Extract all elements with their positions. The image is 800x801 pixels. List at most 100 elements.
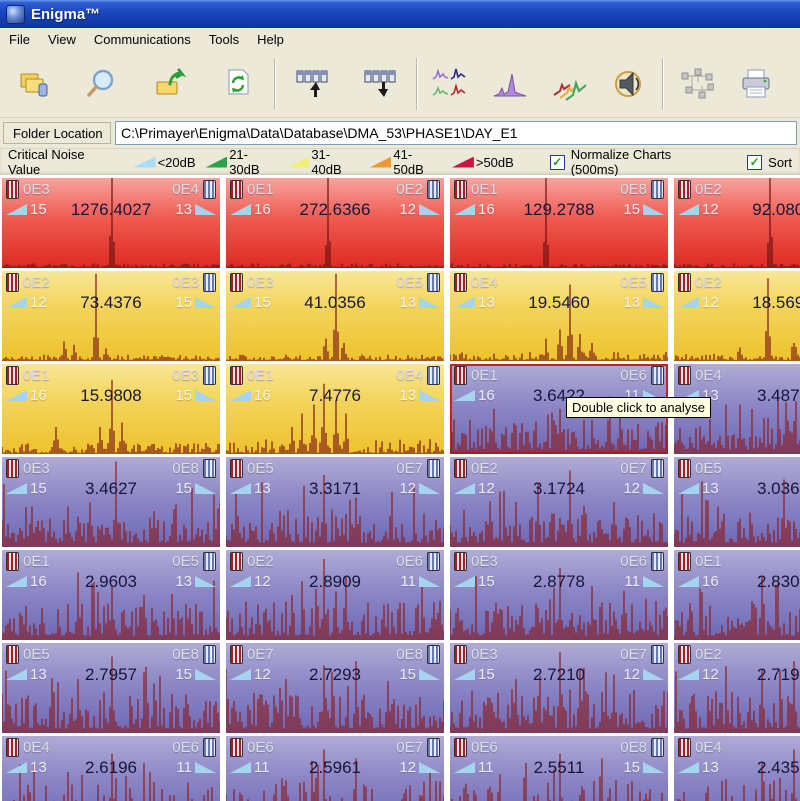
left-logger-icon	[230, 645, 243, 664]
chart-tile[interactable]: 0E10E3161515.9808	[2, 364, 220, 454]
multi-chart-icon	[432, 66, 468, 102]
noise-level-label: 21-30dB	[229, 147, 277, 177]
chart-tile[interactable]: 0E2122.7196	[674, 643, 800, 733]
left-logger-icon	[454, 366, 467, 385]
chart-button[interactable]	[480, 55, 540, 113]
export-folder-button[interactable]	[136, 55, 204, 113]
menu-item-communications[interactable]: Communications	[85, 29, 200, 50]
menu-item-help[interactable]: Help	[248, 29, 293, 50]
menu-item-file[interactable]: File	[0, 29, 39, 50]
waterfall-button[interactable]	[540, 55, 600, 113]
folder-location-bar: Folder Location	[0, 118, 800, 149]
chart-tile[interactable]: 0E1162.8302	[674, 550, 800, 640]
chart-tile[interactable]: 0E20E712123.1724	[450, 457, 668, 547]
sound-button[interactable]	[600, 55, 660, 113]
sort-checkbox[interactable]: ✓	[747, 155, 762, 170]
tile-header: 0E20E7	[454, 459, 664, 478]
right-logger-label: 0E8	[620, 739, 647, 756]
upload-loggers-button[interactable]	[278, 55, 346, 113]
chart-tile[interactable]: 0E60E711122.5961	[226, 736, 444, 801]
chart-tile[interactable]: 0E21292.0801	[674, 178, 800, 268]
waterfall-icon	[552, 66, 588, 102]
tile-header: 0E10E3	[6, 366, 216, 385]
correlation-value: 15.9808	[2, 386, 220, 406]
chart-tile[interactable]: 0E30E5151341.0356	[226, 271, 444, 361]
left-logger-icon	[230, 273, 243, 292]
chart-tile[interactable]: 0E10E81615129.2788	[450, 178, 668, 268]
correlation-value: 2.5511	[450, 758, 668, 778]
app-icon	[6, 5, 25, 24]
chart-tile[interactable]: 0E20E3121573.4376	[2, 271, 220, 361]
chart-tile[interactable]: 0E30E415131276.4027	[2, 178, 220, 268]
print-button[interactable]	[726, 55, 786, 113]
right-logger-label: 0E4	[396, 367, 423, 384]
left-logger-label: 0E2	[695, 181, 722, 198]
multi-chart-button[interactable]	[420, 55, 480, 113]
chart-tile[interactable]: 0E10E416137.4776	[226, 364, 444, 454]
chart-tile[interactable]: 0E10E21612272.6366	[226, 178, 444, 268]
chart-tile[interactable]: 0E21218.5690	[674, 271, 800, 361]
download-loggers-button[interactable]	[346, 55, 414, 113]
chart-tile[interactable]: 0E70E812152.7293	[226, 643, 444, 733]
export-folder-icon	[152, 66, 188, 102]
correlation-value: 2.9603	[2, 572, 220, 592]
left-logger-icon	[454, 552, 467, 571]
upload-loggers-icon	[294, 66, 330, 102]
refresh-button[interactable]	[204, 55, 272, 113]
chart-tile[interactable]: 0E40E5131319.5460	[450, 271, 668, 361]
chart-tile[interactable]: 0E5133.0365	[674, 457, 800, 547]
tile-header: 0E10E2	[230, 180, 440, 199]
correlation-value: 3.0365	[674, 479, 800, 499]
network-button[interactable]	[666, 55, 726, 113]
correlation-value: 7.4776	[226, 386, 444, 406]
correlation-value: 92.0801	[674, 200, 800, 220]
right-logger-label: 0E8	[172, 646, 199, 663]
chart-tile[interactable]: 0E20E612112.8909	[226, 550, 444, 640]
folders-button[interactable]	[0, 55, 68, 113]
tile-header: 0E4	[678, 366, 800, 385]
right-logger-label: 0E3	[172, 274, 199, 291]
correlation-value: 2.8909	[226, 572, 444, 592]
right-logger-icon	[203, 180, 216, 199]
tile-header: 0E4	[678, 738, 800, 757]
right-logger-icon	[203, 273, 216, 292]
right-logger-label: 0E5	[172, 553, 199, 570]
tile-header: 0E5	[678, 459, 800, 478]
sort-label: Sort	[768, 155, 792, 170]
chart-tile[interactable]: 0E10E516132.9603	[2, 550, 220, 640]
menu-item-view[interactable]: View	[39, 29, 85, 50]
chart-tile[interactable]: 0E50E813152.7957	[2, 643, 220, 733]
chart-tile[interactable]: 0E30E815153.4627	[2, 457, 220, 547]
chart-tile[interactable]: 0E40E613112.6196	[2, 736, 220, 801]
tile-header: 0E30E4	[6, 180, 216, 199]
menu-item-tools[interactable]: Tools	[200, 29, 248, 50]
chart-tile[interactable]: 0E4132.4350	[674, 736, 800, 801]
left-logger-label: 0E2	[471, 460, 498, 477]
right-logger-icon	[651, 180, 664, 199]
normalize-checkbox[interactable]: ✓	[550, 155, 565, 170]
right-logger-icon	[651, 645, 664, 664]
noise-level-triangle-icon	[288, 157, 310, 168]
chart-tile[interactable]: 0E50E713123.3171	[226, 457, 444, 547]
left-logger-label: 0E1	[23, 367, 50, 384]
left-logger-icon	[678, 459, 691, 478]
noise-level-triangle-icon	[206, 157, 228, 168]
left-logger-label: 0E6	[247, 739, 274, 756]
left-logger-icon	[678, 366, 691, 385]
tile-header: 0E70E8	[230, 645, 440, 664]
normalize-label: Normalize Charts (500ms)	[571, 147, 721, 177]
right-logger-label: 0E5	[396, 274, 423, 291]
left-logger-icon	[6, 180, 19, 199]
folder-location-input[interactable]	[115, 121, 797, 145]
sort-checkbox-group: ✓ Sort	[747, 155, 792, 170]
left-logger-label: 0E3	[471, 646, 498, 663]
left-logger-label: 0E2	[695, 274, 722, 291]
toolbar-separator	[416, 58, 418, 110]
search-button[interactable]	[68, 55, 136, 113]
tile-header: 0E2	[678, 273, 800, 292]
chart-tile[interactable]: 0E30E615112.8778	[450, 550, 668, 640]
chart-tile[interactable]: 0E60E811152.5511	[450, 736, 668, 801]
chart-tile[interactable]: 0E30E715122.7210	[450, 643, 668, 733]
right-logger-label: 0E6	[620, 367, 647, 384]
left-logger-icon	[678, 645, 691, 664]
